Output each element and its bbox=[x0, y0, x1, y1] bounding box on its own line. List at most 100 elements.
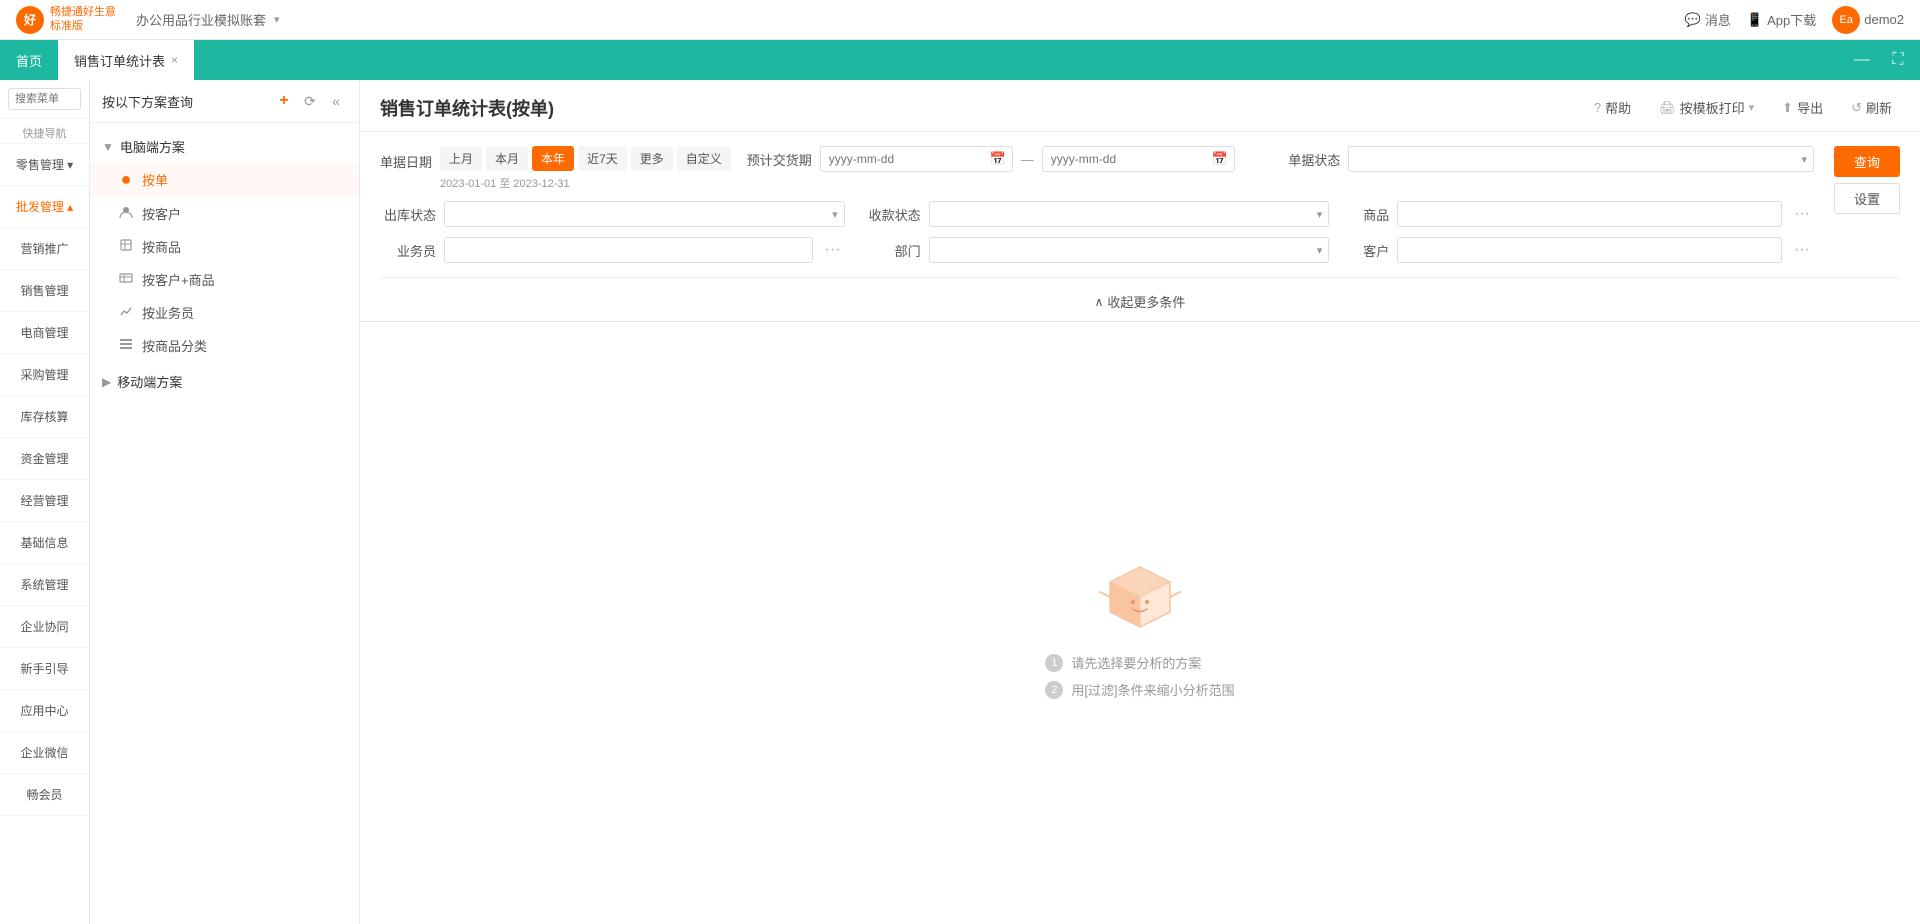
sidebar-item-ecommerce[interactable]: 电商管理 bbox=[0, 312, 89, 354]
goods-input[interactable] bbox=[1397, 201, 1782, 227]
message-btn[interactable]: 💬 消息 bbox=[1685, 10, 1731, 29]
sidebar-item-system[interactable]: 系统管理 bbox=[0, 564, 89, 606]
scheme-refresh-btn[interactable]: ⟳ bbox=[299, 90, 321, 112]
scheme-item-press[interactable]: ● 按单 bbox=[90, 162, 359, 197]
customer-input[interactable] bbox=[1397, 237, 1782, 263]
scheme-cust-product-icon bbox=[118, 271, 134, 288]
expected-date-group: 预计交货期 📅 — 📅 bbox=[747, 146, 1273, 172]
status-select[interactable] bbox=[1348, 146, 1814, 172]
print-icon: 🖨 bbox=[1659, 100, 1676, 116]
sidebar-item-appstore[interactable]: 应用中心 bbox=[0, 690, 89, 732]
date-this-month-btn[interactable]: 本月 bbox=[486, 146, 528, 171]
scheme-item-salesperson[interactable]: 按业务员 bbox=[90, 296, 359, 329]
sidebar-item-marketing[interactable]: 营销推广 bbox=[0, 228, 89, 270]
department-select[interactable] bbox=[929, 237, 1330, 263]
expected-date-from-wrapper: 📅 bbox=[820, 146, 1013, 172]
sidebar: 快捷导航 零售管理 ▾ 批发管理 ▴ 营销推广 销售管理 电商管理 采购管理 库… bbox=[0, 80, 90, 924]
filter-fields: 单据日期 上月 本月 本年 近7天 更多 自定义 bbox=[380, 146, 1814, 273]
scheme-item-category[interactable]: 按商品分类 bbox=[90, 329, 359, 362]
date-filter-group: 单据日期 上月 本月 本年 近7天 更多 自定义 bbox=[380, 146, 731, 191]
tab-close-icon[interactable]: × bbox=[171, 53, 178, 67]
date-custom-btn[interactable]: 自定义 bbox=[677, 146, 731, 171]
sidebar-search-input[interactable] bbox=[8, 88, 81, 110]
refresh-icon: ↺ bbox=[1851, 100, 1862, 116]
scheme-item-customer[interactable]: 按客户 bbox=[90, 197, 359, 230]
scheme-collapse-btn[interactable]: « bbox=[325, 90, 347, 112]
export-icon: ⬆ bbox=[1782, 100, 1793, 116]
tab-bar: 首页 销售订单统计表 × — ⛶ bbox=[0, 40, 1920, 80]
sidebar-item-operation[interactable]: 经营管理 bbox=[0, 480, 89, 522]
category-arrow-icon: ▼ bbox=[102, 140, 114, 154]
help-btn[interactable]: ? 帮助 bbox=[1586, 94, 1639, 121]
scheme-tree: ▼ 电脑端方案 ● 按单 按客户 bbox=[90, 123, 359, 924]
salesperson-input[interactable] bbox=[444, 237, 813, 263]
top-bar-right: 💬 消息 📱 App下载 Ea demo2 bbox=[1685, 6, 1904, 34]
scheme-customer-icon bbox=[118, 205, 134, 222]
ship-status-select-wrapper bbox=[444, 201, 845, 227]
user-profile[interactable]: Ea demo2 bbox=[1832, 6, 1904, 34]
page-title: 销售订单统计表(按单) bbox=[380, 95, 554, 121]
top-bar: 好 畅捷通好生意 标准版 办公用品行业模拟账套 ▾ 💬 消息 📱 App下载 E… bbox=[0, 0, 1920, 40]
sidebar-item-wholesale[interactable]: 批发管理 ▴ bbox=[0, 186, 89, 228]
refresh-btn[interactable]: ↺ 刷新 bbox=[1843, 94, 1900, 121]
expected-date-to-input[interactable] bbox=[1042, 146, 1235, 172]
query-btn[interactable]: 查询 bbox=[1834, 146, 1900, 177]
ship-status-group: 出库状态 bbox=[380, 201, 845, 227]
date-this-year-btn[interactable]: 本年 bbox=[532, 146, 574, 171]
tab-expand-btn[interactable]: ⛶ bbox=[1884, 46, 1912, 74]
payment-status-select[interactable] bbox=[929, 201, 1330, 227]
content-area: 按以下方案查询 + ⟳ « ▼ 电脑端方案 ● 按单 bbox=[90, 80, 1920, 924]
goods-dots-icon[interactable]: ··· bbox=[1790, 205, 1814, 223]
scheme-item-cust-product[interactable]: 按客户+商品 bbox=[90, 263, 359, 296]
sidebar-item-sales[interactable]: 销售管理 bbox=[0, 270, 89, 312]
salesperson-group: 业务员 ··· bbox=[380, 237, 845, 263]
left-panel: 按以下方案查询 + ⟳ « ▼ 电脑端方案 ● 按单 bbox=[90, 80, 360, 924]
export-btn[interactable]: ⬆ 导出 bbox=[1774, 94, 1831, 121]
page-header: 销售订单统计表(按单) ? 帮助 🖨 按模板打印 ▾ ⬆ 导出 bbox=[360, 80, 1920, 132]
date-prev-month-btn[interactable]: 上月 bbox=[440, 146, 482, 171]
sidebar-item-newbie[interactable]: 新手引导 bbox=[0, 648, 89, 690]
help-icon: ? bbox=[1594, 100, 1601, 115]
ship-status-label: 出库状态 bbox=[380, 205, 436, 224]
filter-row-3: 业务员 ··· 部门 bbox=[380, 237, 1814, 263]
app-download-btn[interactable]: 📱 App下载 bbox=[1747, 10, 1816, 29]
sidebar-search[interactable] bbox=[0, 80, 89, 119]
date-7days-btn[interactable]: 近7天 bbox=[578, 146, 627, 171]
payment-status-group: 收款状态 bbox=[865, 201, 1330, 227]
tab-sales-order-stats[interactable]: 销售订单统计表 × bbox=[58, 40, 194, 80]
scheme-salesperson-icon bbox=[118, 304, 134, 321]
sidebar-item-retail[interactable]: 零售管理 ▾ bbox=[0, 144, 89, 186]
scheme-category-pc[interactable]: ▼ 电脑端方案 bbox=[90, 131, 359, 162]
workspace-arrow-icon[interactable]: ▾ bbox=[274, 13, 280, 26]
sidebar-item-finance[interactable]: 资金管理 bbox=[0, 438, 89, 480]
sidebar-item-inventory[interactable]: 库存核算 bbox=[0, 396, 89, 438]
ship-status-select[interactable] bbox=[444, 201, 845, 227]
scheme-item-product[interactable]: 按商品 bbox=[90, 230, 359, 263]
expected-date-to-wrapper: 📅 bbox=[1042, 146, 1235, 172]
payment-status-label: 收款状态 bbox=[865, 205, 921, 224]
settings-btn[interactable]: 设置 bbox=[1834, 183, 1900, 214]
sidebar-item-quicknav: 快捷导航 bbox=[0, 119, 89, 144]
collapse-bar: ∧ 收起更多条件 bbox=[380, 277, 1900, 321]
sidebar-item-basic[interactable]: 基础信息 bbox=[0, 522, 89, 564]
customer-dots-icon[interactable]: ··· bbox=[1790, 241, 1814, 259]
expected-date-from-input[interactable] bbox=[820, 146, 1013, 172]
sidebar-item-vip[interactable]: 畅会员 bbox=[0, 774, 89, 816]
department-label: 部门 bbox=[865, 241, 921, 260]
collapse-btn[interactable]: ∧ 收起更多条件 bbox=[1095, 284, 1186, 321]
tab-minimize-btn[interactable]: — bbox=[1848, 46, 1876, 74]
scheme-category-mobile[interactable]: ▶ 移动端方案 bbox=[90, 366, 359, 397]
empty-state: 1 请先选择要分析的方案 2 用[过滤]条件来缩小分析范围 bbox=[1045, 547, 1234, 699]
goods-filter-group: 商品 ··· bbox=[1349, 201, 1814, 227]
date-more-btn[interactable]: 更多 bbox=[631, 146, 673, 171]
tab-home[interactable]: 首页 bbox=[0, 40, 58, 80]
print-btn[interactable]: 🖨 按模板打印 ▾ bbox=[1651, 94, 1762, 121]
status-label: 单据状态 bbox=[1288, 150, 1340, 169]
sidebar-item-purchase[interactable]: 采购管理 bbox=[0, 354, 89, 396]
sidebar-item-wechat[interactable]: 企业微信 bbox=[0, 732, 89, 774]
empty-illustration bbox=[1095, 547, 1185, 637]
scheme-add-btn[interactable]: + bbox=[273, 90, 295, 112]
goods-label: 商品 bbox=[1349, 205, 1389, 224]
sidebar-item-enterprise[interactable]: 企业协同 bbox=[0, 606, 89, 648]
salesperson-dots-icon[interactable]: ··· bbox=[821, 241, 845, 259]
